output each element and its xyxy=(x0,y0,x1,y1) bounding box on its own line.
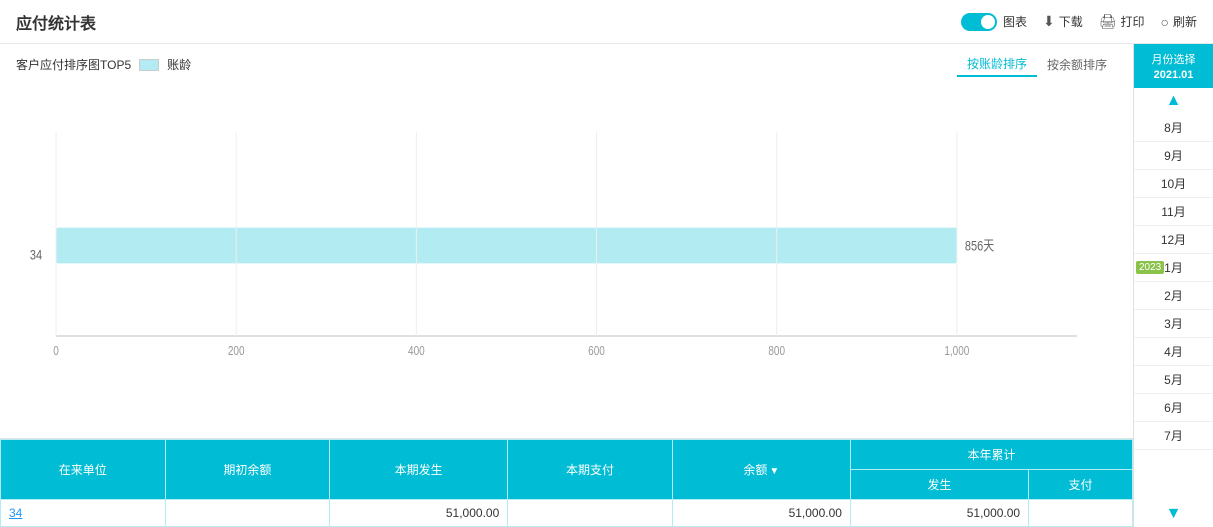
print-icon: 🖨 xyxy=(1099,13,1117,30)
svg-text:400: 400 xyxy=(408,345,425,358)
col-ytd: 本年累计 xyxy=(850,440,1132,470)
sidebar-up-button[interactable]: ▲ xyxy=(1134,88,1213,114)
col-ytd-payment: 支付 xyxy=(1029,470,1133,500)
sidebar-header: 月份选择 2021.01 xyxy=(1134,44,1213,88)
chart-table-area: 客户应付排序图TOP5 账龄 按账龄排序 按余额排序 34 856天 xyxy=(0,44,1133,527)
sidebar-label: 月份选择 xyxy=(1152,51,1196,67)
sidebar-down-button[interactable]: ▼ xyxy=(1134,501,1213,527)
col-current-occurrence: 本期发生 xyxy=(330,440,508,500)
bar-chart: 34 856天 0 200 400 600 800 1,000 xyxy=(16,81,1117,438)
svg-text:800: 800 xyxy=(768,345,785,358)
sort-by-balance-button[interactable]: 按账龄排序 xyxy=(957,52,1037,77)
chart-sort-buttons: 按账龄排序 按余额排序 xyxy=(957,52,1117,77)
cell-balance: 51,000.00 xyxy=(672,500,850,527)
data-table: 在来单位 期初余额 本期发生 本期支付 余额▼ 本年累计 发生 支付 xyxy=(0,439,1133,527)
sort-by-amount-button[interactable]: 按余额排序 xyxy=(1037,52,1117,77)
sidebar-month-11[interactable]: 11月 xyxy=(1134,198,1213,226)
print-button[interactable]: 🖨 打印 xyxy=(1099,13,1145,30)
refresh-label: 刷新 xyxy=(1173,13,1197,30)
svg-text:34: 34 xyxy=(30,247,42,263)
sidebar-month-list: 8月 9月 10月 11月 12月 2023 1月 2月 3月 4月 5月 6月… xyxy=(1134,114,1213,501)
chart-legend: 客户应付排序图TOP5 账龄 xyxy=(16,56,191,73)
download-icon: ⬇ xyxy=(1043,13,1055,30)
cell-current-occurrence: 51,000.00 xyxy=(330,500,508,527)
chart-header: 客户应付排序图TOP5 账龄 按账龄排序 按余额排序 xyxy=(0,44,1133,81)
legend-text: 账龄 xyxy=(167,56,191,73)
chart-wrapper: 34 856天 0 200 400 600 800 1,000 xyxy=(0,81,1133,438)
refresh-button[interactable]: ○ 刷新 xyxy=(1161,13,1197,30)
sidebar: 月份选择 2021.01 ▲ 8月 9月 10月 11月 12月 2023 1月… xyxy=(1133,44,1213,527)
toggle-thumb xyxy=(981,15,995,29)
sidebar-month-10[interactable]: 10月 xyxy=(1134,170,1213,198)
toggle-label: 图表 xyxy=(1003,13,1027,30)
balance-sort-icon: ▼ xyxy=(769,466,779,477)
svg-text:856天: 856天 xyxy=(965,238,995,254)
sidebar-month-2[interactable]: 2月 xyxy=(1134,282,1213,310)
table-row: 34 51,000.00 51,000.00 51,000.00 xyxy=(1,500,1133,527)
sidebar-month-12[interactable]: 12月 xyxy=(1134,226,1213,254)
sidebar-month-1[interactable]: 2023 1月 xyxy=(1134,254,1213,282)
print-label: 打印 xyxy=(1121,13,1145,30)
svg-text:1,000: 1,000 xyxy=(944,345,969,358)
table-section: 在来单位 期初余额 本期发生 本期支付 余额▼ 本年累计 发生 支付 xyxy=(0,438,1133,527)
col-current-payment: 本期支付 xyxy=(508,440,673,500)
legend-title: 客户应付排序图TOP5 xyxy=(16,56,131,73)
download-label: 下载 xyxy=(1059,13,1083,30)
cell-unit[interactable]: 34 xyxy=(1,500,166,527)
header: 应付统计表 图表 ⬇ 下载 🖨 打印 ○ 刷新 xyxy=(0,0,1213,44)
cell-ytd-payment xyxy=(1029,500,1133,527)
sidebar-month-6[interactable]: 6月 xyxy=(1134,394,1213,422)
refresh-icon: ○ xyxy=(1161,14,1169,30)
cell-current-payment xyxy=(508,500,673,527)
svg-text:0: 0 xyxy=(53,345,59,358)
header-actions: 图表 ⬇ 下载 🖨 打印 ○ 刷新 xyxy=(961,13,1197,31)
sidebar-month-3[interactable]: 3月 xyxy=(1134,310,1213,338)
sidebar-month-5[interactable]: 5月 xyxy=(1134,366,1213,394)
table-wrapper: 在来单位 期初余额 本期发生 本期支付 余额▼ 本年累计 发生 支付 xyxy=(0,439,1133,527)
toggle-track xyxy=(961,13,997,31)
cell-opening-balance xyxy=(165,500,330,527)
svg-text:200: 200 xyxy=(228,345,245,358)
col-balance: 余额▼ xyxy=(672,440,850,500)
app-container: 应付统计表 图表 ⬇ 下载 🖨 打印 ○ 刷新 xyxy=(0,0,1213,527)
sidebar-month-8[interactable]: 8月 xyxy=(1134,114,1213,142)
sidebar-date: 2021.01 xyxy=(1154,69,1194,81)
col-opening-balance: 期初余额 xyxy=(165,440,330,500)
col-ytd-occurrence: 发生 xyxy=(850,470,1028,500)
sidebar-month-4[interactable]: 4月 xyxy=(1134,338,1213,366)
cell-ytd-occurrence: 51,000.00 xyxy=(850,500,1028,527)
sidebar-month-9[interactable]: 9月 xyxy=(1134,142,1213,170)
svg-text:600: 600 xyxy=(588,345,605,358)
year-badge-2023: 2023 xyxy=(1136,261,1164,274)
legend-box xyxy=(139,59,159,71)
page-title: 应付统计表 xyxy=(16,10,96,34)
col-unit: 在来单位 xyxy=(1,440,166,500)
sidebar-month-7[interactable]: 7月 xyxy=(1134,422,1213,450)
chart-toggle[interactable]: 图表 xyxy=(961,13,1027,31)
download-button[interactable]: ⬇ 下载 xyxy=(1043,13,1083,30)
main-content: 客户应付排序图TOP5 账龄 按账龄排序 按余额排序 34 856天 xyxy=(0,44,1213,527)
